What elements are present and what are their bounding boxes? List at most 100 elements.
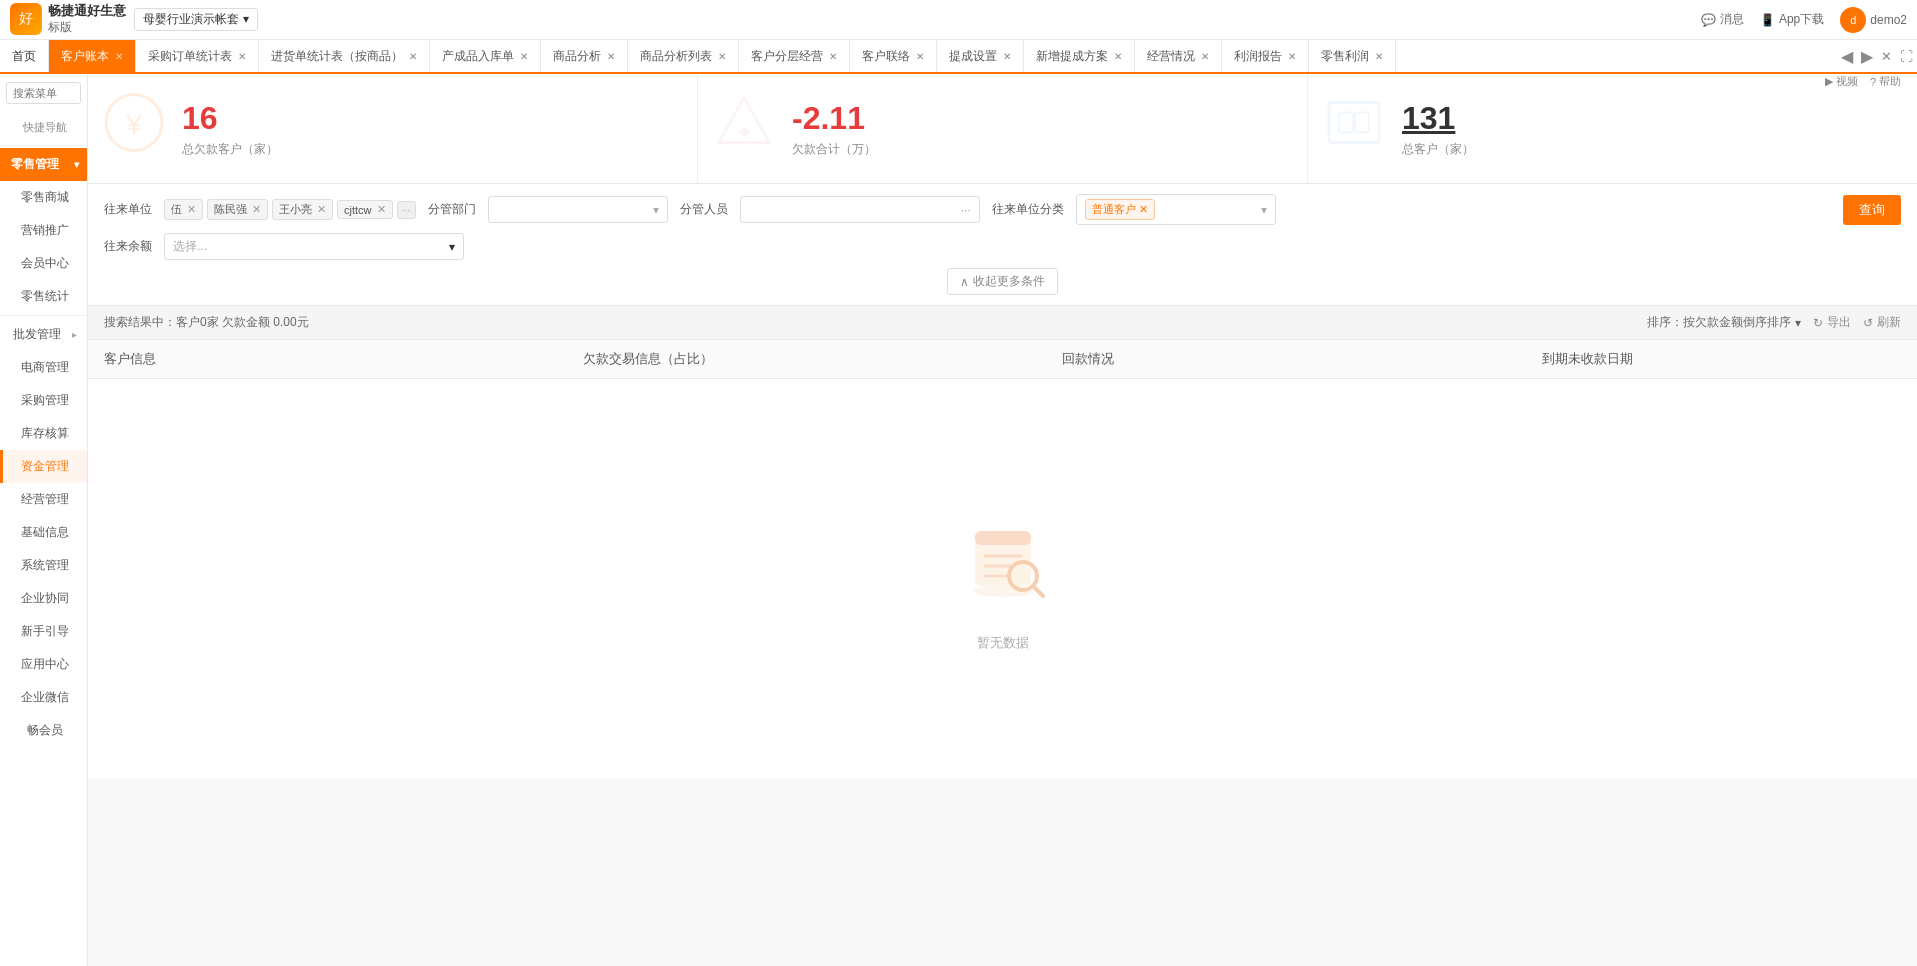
messages-button[interactable]: 💬 消息 bbox=[1701, 11, 1744, 28]
tab-4[interactable]: 商品分析 ✕ bbox=[541, 40, 628, 73]
sidebar-item-retail-stats[interactable]: 零售统计 bbox=[0, 280, 87, 313]
remove-tag-wu[interactable]: ✕ bbox=[187, 203, 196, 216]
tab-close-8[interactable]: ✕ bbox=[1003, 51, 1011, 62]
nav-prev-arrow[interactable]: ◀ bbox=[1837, 47, 1857, 66]
sidebar-item-basic-info[interactable]: 基础信息 bbox=[0, 516, 87, 549]
tab-close-0[interactable]: ✕ bbox=[115, 51, 123, 62]
filter-unit-class-tags: 普通客户 ✕ bbox=[1085, 199, 1155, 220]
message-icon: 💬 bbox=[1701, 13, 1716, 27]
col-payment-status: 回款情况 bbox=[1062, 350, 1541, 368]
table-header: 客户信息 欠款交易信息（占比） 回款情况 到期未收款日期 bbox=[88, 340, 1917, 379]
balance-arrow: ▾ bbox=[449, 240, 455, 254]
filter-unit-class-select[interactable]: 普通客户 ✕ ▾ bbox=[1076, 194, 1276, 225]
tab-3[interactable]: 产成品入库单 ✕ bbox=[430, 40, 541, 73]
filter-person-label: 分管人员 bbox=[680, 201, 728, 218]
sidebar-item-operations[interactable]: 经营管理 bbox=[0, 483, 87, 516]
tab-close-12[interactable]: ✕ bbox=[1375, 51, 1383, 62]
chevron-icon: ▾ bbox=[74, 159, 79, 170]
sidebar-item-marketing[interactable]: 营销推广 bbox=[0, 214, 87, 247]
tab-8[interactable]: 提成设置 ✕ bbox=[937, 40, 1024, 73]
filter-dept-select[interactable]: ▾ bbox=[488, 196, 668, 223]
sidebar-item-finance[interactable]: 资金管理 bbox=[0, 450, 87, 483]
tab-home[interactable]: 首页 bbox=[0, 40, 49, 73]
tab-12[interactable]: 零售利润 ✕ bbox=[1309, 40, 1396, 73]
sidebar-item-member-center[interactable]: 会员中心 bbox=[0, 247, 87, 280]
video-link[interactable]: ▶ 视频 bbox=[1825, 74, 1858, 89]
sidebar-item-beginner-guide[interactable]: 新手引导 bbox=[0, 615, 87, 648]
nav-next-arrow[interactable]: ▶ bbox=[1857, 47, 1877, 66]
help-icon: ? bbox=[1870, 76, 1876, 88]
remove-tag-chen[interactable]: ✕ bbox=[252, 203, 261, 216]
tab-9[interactable]: 新增提成方案 ✕ bbox=[1024, 40, 1135, 73]
sidebar-search-area bbox=[0, 74, 87, 112]
filter-unit-class-label: 往来单位分类 bbox=[992, 201, 1064, 218]
app-download-button[interactable]: 📱 App下载 bbox=[1760, 11, 1824, 28]
tab-close-3[interactable]: ✕ bbox=[520, 51, 528, 62]
filter-more-button[interactable]: ··· bbox=[397, 201, 416, 219]
sidebar-item-retail-management[interactable]: 零售管理 ▾ bbox=[0, 148, 87, 181]
nav-expand[interactable]: ⛶ bbox=[1896, 49, 1917, 64]
tab-10[interactable]: 经营情况 ✕ bbox=[1135, 40, 1222, 73]
filter-dept-label: 分管部门 bbox=[428, 201, 476, 218]
stat-label-customers: 总欠款客户（家） bbox=[182, 141, 278, 158]
remove-tag-wang[interactable]: ✕ bbox=[317, 203, 326, 216]
tab-7[interactable]: 客户联络 ✕ bbox=[850, 40, 937, 73]
col-customer-info: 客户信息 bbox=[104, 350, 583, 368]
refresh-icon2: ↺ bbox=[1863, 316, 1873, 330]
filter-dept-value bbox=[497, 201, 509, 218]
filter-unit-label: 往来单位 bbox=[104, 201, 152, 218]
tab-close-2[interactable]: ✕ bbox=[409, 51, 417, 62]
sidebar-item-quick-nav[interactable]: 快捷导航 bbox=[0, 112, 87, 143]
store-selector[interactable]: 母婴行业演示帐套 ▾ bbox=[134, 8, 258, 31]
help-link[interactable]: ? 帮助 bbox=[1870, 74, 1901, 89]
tab-close-6[interactable]: ✕ bbox=[829, 51, 837, 62]
tab-1[interactable]: 采购订单统计表 ✕ bbox=[136, 40, 259, 73]
refresh-button[interactable]: ↺ 刷新 bbox=[1863, 314, 1901, 331]
nav-close-all[interactable]: ✕ bbox=[1877, 49, 1896, 64]
remove-tag-cjttcw[interactable]: ✕ bbox=[377, 203, 386, 216]
collapse-button[interactable]: ∧ 收起更多条件 bbox=[947, 268, 1058, 295]
tab-close-11[interactable]: ✕ bbox=[1288, 51, 1296, 62]
main-layout: 快捷导航 零售管理 ▾ 零售商城 营销推广 会员中心 零售统计 批发管理 ▸ 电… bbox=[0, 74, 1917, 966]
sidebar-item-enterprise-collab[interactable]: 企业协同 bbox=[0, 582, 87, 615]
tab-close-5[interactable]: ✕ bbox=[718, 51, 726, 62]
sidebar-item-system[interactable]: 系统管理 bbox=[0, 549, 87, 582]
tab-close-10[interactable]: ✕ bbox=[1201, 51, 1209, 62]
sort-button[interactable]: 排序：按欠款金额倒序排序 ▾ bbox=[1647, 314, 1801, 331]
tab-close-4[interactable]: ✕ bbox=[607, 51, 615, 62]
sidebar-item-purchase[interactable]: 采购管理 bbox=[0, 384, 87, 417]
filter-row-2: 往来余额 选择... ▾ bbox=[104, 233, 1901, 260]
tab-5[interactable]: 商品分析列表 ✕ bbox=[628, 40, 739, 73]
sidebar-item-inventory[interactable]: 库存核算 bbox=[0, 417, 87, 450]
query-button[interactable]: 查询 bbox=[1843, 195, 1901, 225]
col-debt-info: 欠款交易信息（占比） bbox=[583, 350, 1062, 368]
results-summary: 搜索结果中：客户0家 欠款金额 0.00元 bbox=[104, 314, 309, 331]
nav-tabs-wrapper: 客户账本 ✕ 采购订单统计表 ✕ 进货单统计表（按商品） ✕ 产成品入库单 ✕ … bbox=[49, 40, 1837, 73]
sidebar-item-retail-mall[interactable]: 零售商城 bbox=[0, 181, 87, 214]
tab-close-7[interactable]: ✕ bbox=[916, 51, 924, 62]
tab-2[interactable]: 进货单统计表（按商品） ✕ bbox=[259, 40, 430, 73]
stat-card-customers: ¥ 16 总欠款客户（家） bbox=[88, 74, 698, 183]
sidebar-item-chang-member[interactable]: 畅会员 bbox=[0, 714, 87, 747]
filter-tag-cjttcw: cjttcw ✕ bbox=[337, 200, 393, 219]
sidebar-item-enterprise-wechat[interactable]: 企业微信 bbox=[0, 681, 87, 714]
tab-close-1[interactable]: ✕ bbox=[238, 51, 246, 62]
sidebar-item-wholesale[interactable]: 批发管理 ▸ bbox=[0, 318, 87, 351]
search-input[interactable] bbox=[6, 82, 81, 104]
tab-close-9[interactable]: ✕ bbox=[1114, 51, 1122, 62]
content-area: ▶ 视频 ? 帮助 ¥ 16 总欠款客户（家） bbox=[88, 74, 1917, 966]
user-menu[interactable]: d demo2 bbox=[1840, 7, 1907, 33]
export-button[interactable]: ↻ 导出 bbox=[1813, 314, 1851, 331]
remove-tag-normal[interactable]: ✕ bbox=[1139, 203, 1148, 216]
stat-number-debt: -2.11 bbox=[792, 100, 876, 137]
tab-0[interactable]: 客户账本 ✕ bbox=[49, 40, 136, 73]
tab-6[interactable]: 客户分层经营 ✕ bbox=[739, 40, 850, 73]
svg-text:¥: ¥ bbox=[125, 108, 142, 139]
tab-11[interactable]: 利润报告 ✕ bbox=[1222, 40, 1309, 73]
filter-balance-select[interactable]: 选择... ▾ bbox=[164, 233, 464, 260]
sidebar: 快捷导航 零售管理 ▾ 零售商城 营销推广 会员中心 零售统计 批发管理 ▸ 电… bbox=[0, 74, 88, 966]
filter-person-select[interactable]: ··· bbox=[740, 196, 980, 223]
sidebar-item-app-center[interactable]: 应用中心 bbox=[0, 648, 87, 681]
empty-illustration bbox=[953, 506, 1053, 622]
sidebar-item-ecommerce[interactable]: 电商管理 bbox=[0, 351, 87, 384]
